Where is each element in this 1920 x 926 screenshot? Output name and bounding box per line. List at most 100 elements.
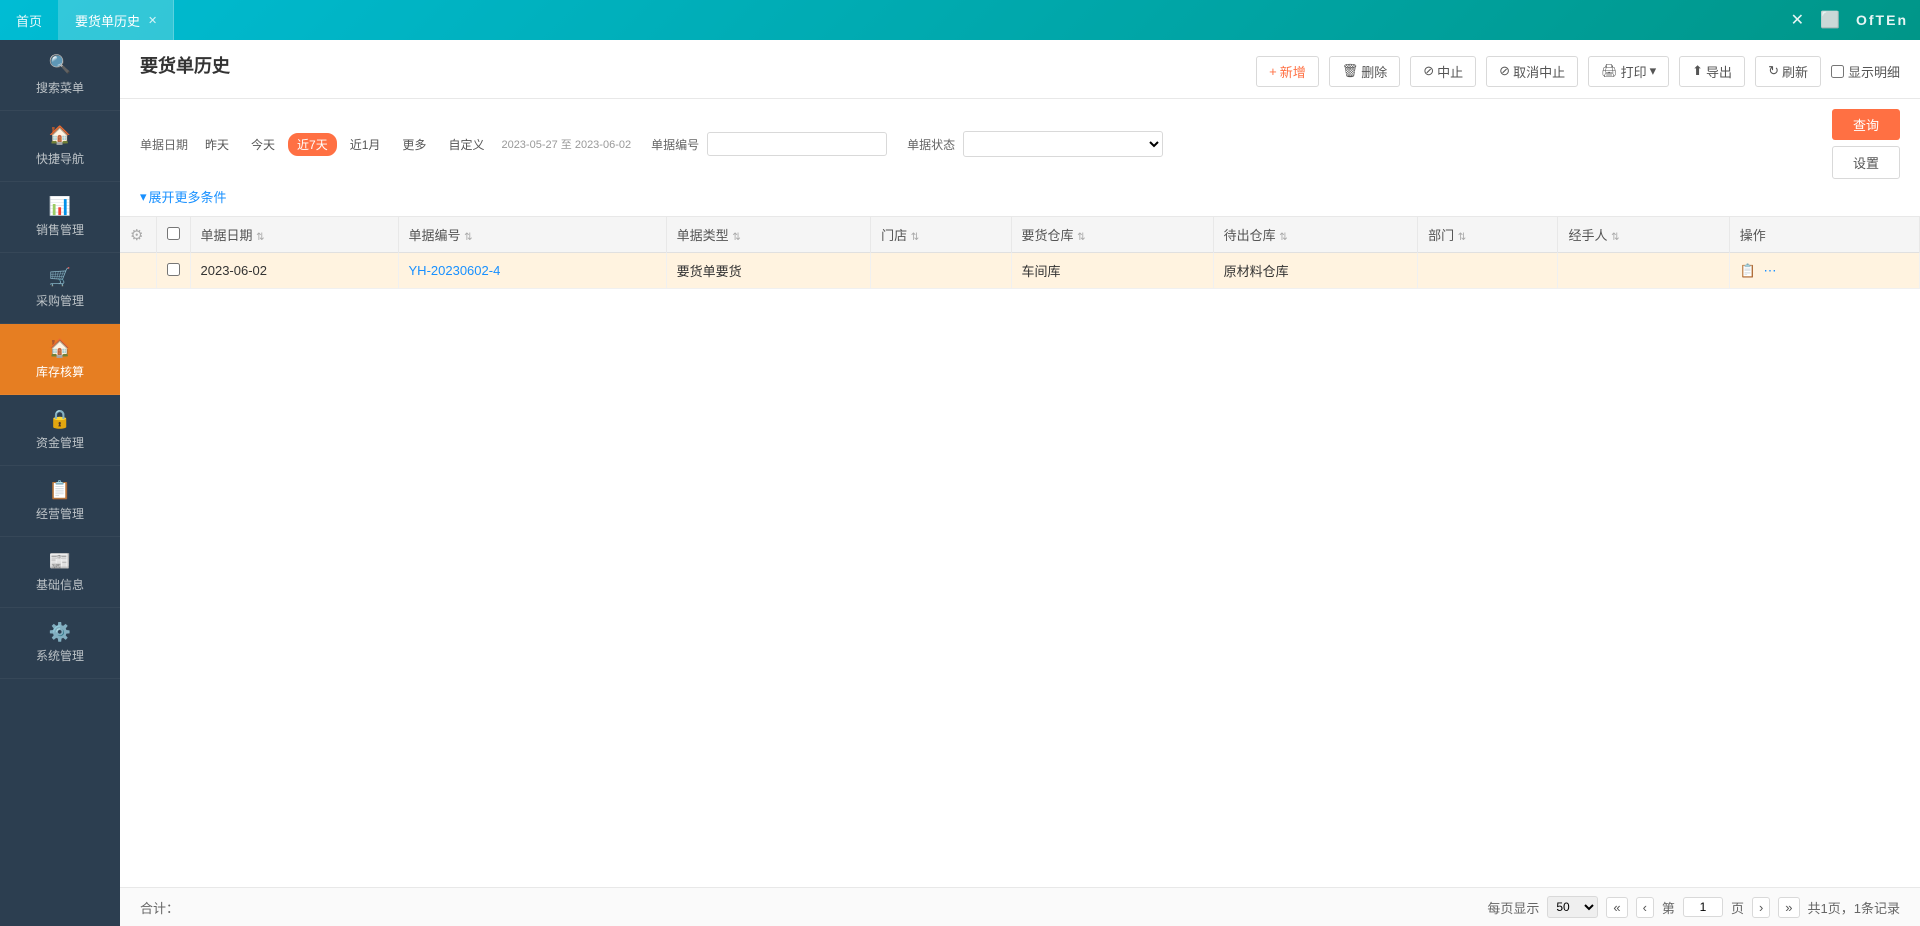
dept-sort-icon[interactable]: ⇅ — [1458, 232, 1466, 243]
next-page-button[interactable]: › — [1752, 897, 1770, 918]
new-button[interactable]: + 新增 — [1256, 56, 1319, 87]
doc-date-col-header: 单据日期 ⇅ — [190, 217, 398, 253]
date-btn-last7days[interactable]: 近7天 — [288, 133, 337, 156]
req-warehouse-col-header: 要货仓库 ⇅ — [1011, 217, 1213, 253]
expand-chevron-icon: ▾ — [140, 189, 147, 205]
page-header: 要货单历史 + 新增 🗑 删除 ⊘ 中止 — [120, 40, 1920, 99]
row-checkbox[interactable] — [167, 263, 180, 276]
tab-requisition-history[interactable]: 要货单历史 ✕ — [59, 0, 174, 40]
last-page-button[interactable]: » — [1778, 897, 1799, 918]
delete-button[interactable]: 🗑 删除 — [1329, 56, 1401, 87]
display-detail-toggle[interactable]: 显示明细 — [1831, 62, 1900, 81]
doc-number-sort-icon[interactable]: ⇅ — [464, 232, 472, 243]
table-footer: 合计： 每页显示 10 20 50 100 « ‹ 第 页 › » 共1页，1条… — [120, 887, 1920, 926]
sidebar-label-inventory: 库存核算 — [36, 363, 84, 380]
doc-type-sort-icon[interactable]: ⇅ — [732, 232, 740, 243]
finance-icon: 🔒 — [49, 409, 71, 430]
row-actions: 📋 ⋯ — [1729, 253, 1919, 289]
query-button[interactable]: 查询 — [1832, 109, 1900, 140]
date-range-display: 2023-05-27 至 2023-06-02 — [501, 136, 631, 152]
sales-icon: 📊 — [49, 196, 71, 217]
actions-col-header: 操作 — [1729, 217, 1919, 253]
doc-date-sort-icon[interactable]: ⇅ — [256, 232, 264, 243]
brand-label: OfTEn — [1856, 12, 1908, 28]
content-area: 要货单历史 + 新增 🗑 删除 ⊘ 中止 — [120, 40, 1920, 926]
cancel-stop-button[interactable]: ⊘ 取消中止 — [1486, 56, 1578, 87]
sidebar-item-quick-nav[interactable]: 🏠 快捷导航 — [0, 111, 120, 182]
date-btn-custom[interactable]: 自定义 — [439, 133, 493, 156]
page-number-input[interactable] — [1683, 897, 1723, 917]
window-close-icon[interactable]: ✕ — [1791, 10, 1804, 30]
refresh-icon: ↻ — [1768, 63, 1779, 79]
doc-number-col-header: 单据编号 ⇅ — [398, 217, 666, 253]
select-all-checkbox[interactable] — [167, 227, 180, 240]
export-button[interactable]: ⬆ 导出 — [1679, 56, 1745, 87]
date-btn-last1month[interactable]: 近1月 — [341, 133, 390, 156]
sidebar-item-sales[interactable]: 📊 销售管理 — [0, 182, 120, 253]
store-col-header: 门店 ⇅ — [871, 217, 1011, 253]
filter-row-main: 单据日期 昨天 今天 近7天 近1月 更多 自定义 2023-05-27 至 2… — [140, 109, 1900, 179]
pending-warehouse-sort-icon[interactable]: ⇅ — [1279, 232, 1287, 243]
doc-number-link[interactable]: YH-20230602-4 — [409, 263, 501, 278]
doc-status-select[interactable] — [963, 131, 1163, 157]
stop-label: 中止 — [1437, 62, 1463, 81]
prev-page-button[interactable]: ‹ — [1636, 897, 1654, 918]
sidebar-item-search-menu[interactable]: 🔍 搜索菜单 — [0, 40, 120, 111]
print-arrow-icon: ▾ — [1650, 63, 1657, 79]
date-btn-today[interactable]: 今天 — [242, 133, 284, 156]
top-bar: 首页 要货单历史 ✕ ✕ ⬜ OfTEn — [0, 0, 1920, 40]
total-label: 合计： — [140, 898, 179, 917]
handler-col-header: 经手人 ⇅ — [1558, 217, 1729, 253]
doc-number-input[interactable] — [707, 132, 887, 156]
export-label: 导出 — [1706, 62, 1732, 81]
display-detail-checkbox[interactable] — [1831, 65, 1844, 78]
sidebar-item-inventory[interactable]: 🏠 库存核算 — [0, 324, 120, 395]
main-layout: 🔍 搜索菜单 🏠 快捷导航 📊 销售管理 🛒 采购管理 🏠 库存核算 🔒 资金管… — [0, 40, 1920, 926]
first-page-button[interactable]: « — [1606, 897, 1627, 918]
print-icon: 🖨 — [1601, 63, 1618, 79]
home-icon: 🏠 — [49, 125, 71, 146]
operations-icon: 📋 — [49, 480, 71, 501]
page-size-select[interactable]: 10 20 50 100 — [1547, 896, 1598, 918]
date-btn-more[interactable]: 更多 — [393, 133, 435, 156]
row-more-icon[interactable]: ⋯ — [1764, 263, 1777, 278]
expand-label: 展开更多条件 — [149, 187, 227, 206]
cancel-stop-icon: ⊘ — [1499, 63, 1510, 79]
tab-home[interactable]: 首页 — [0, 0, 59, 40]
purchase-icon: 🛒 — [49, 267, 71, 288]
table-header-row: ⚙ 单据日期 ⇅ 单据编号 ⇅ — [120, 217, 1920, 253]
sidebar-label-base-info: 基础信息 — [36, 576, 84, 593]
table-container: ⚙ 单据日期 ⇅ 单据编号 ⇅ — [120, 217, 1920, 887]
refresh-button[interactable]: ↻ 刷新 — [1755, 56, 1821, 87]
sidebar-item-operations[interactable]: 📋 经营管理 — [0, 466, 120, 537]
row-doc-date: 2023-06-02 — [190, 253, 398, 289]
display-label: 显示明细 — [1848, 62, 1900, 81]
row-pending-warehouse: 原材料仓库 — [1213, 253, 1417, 289]
top-bar-right: ✕ ⬜ OfTEn — [1791, 10, 1920, 30]
print-label: 打印 — [1621, 62, 1647, 81]
data-table: ⚙ 单据日期 ⇅ 单据编号 ⇅ — [120, 217, 1920, 289]
sidebar-item-sys-mgmt[interactable]: ⚙️ 系统管理 — [0, 608, 120, 679]
stop-button[interactable]: ⊘ 中止 — [1410, 56, 1476, 87]
window-maximize-icon[interactable]: ⬜ — [1820, 10, 1840, 30]
sidebar-item-purchase[interactable]: 🛒 采购管理 — [0, 253, 120, 324]
tab-close-icon[interactable]: ✕ — [148, 14, 157, 27]
export-icon: ⬆ — [1692, 63, 1703, 79]
sidebar-item-finance[interactable]: 🔒 资金管理 — [0, 395, 120, 466]
table-settings-icon[interactable]: ⚙ — [130, 227, 143, 244]
handler-sort-icon[interactable]: ⇅ — [1611, 232, 1619, 243]
page-label-suffix: 页 — [1731, 898, 1744, 917]
date-btn-yesterday[interactable]: 昨天 — [196, 133, 238, 156]
row-num-cell — [156, 253, 190, 289]
filter-settings-button[interactable]: 设置 — [1832, 146, 1900, 179]
tab-bar: 首页 要货单历史 ✕ — [0, 0, 174, 40]
stop-icon: ⊘ — [1423, 63, 1434, 79]
print-button[interactable]: 🖨 打印 ▾ — [1588, 56, 1669, 87]
row-req-warehouse: 车间库 — [1011, 253, 1213, 289]
pagination: 每页显示 10 20 50 100 « ‹ 第 页 › » 共1页，1条记录 — [1487, 896, 1900, 918]
expand-filter-btn[interactable]: ▾ 展开更多条件 — [140, 187, 1900, 206]
sidebar-item-base-info[interactable]: 📰 基础信息 — [0, 537, 120, 608]
req-warehouse-sort-icon[interactable]: ⇅ — [1077, 232, 1085, 243]
store-sort-icon[interactable]: ⇅ — [911, 232, 919, 243]
row-edit-icon[interactable]: 📋 — [1740, 263, 1756, 278]
